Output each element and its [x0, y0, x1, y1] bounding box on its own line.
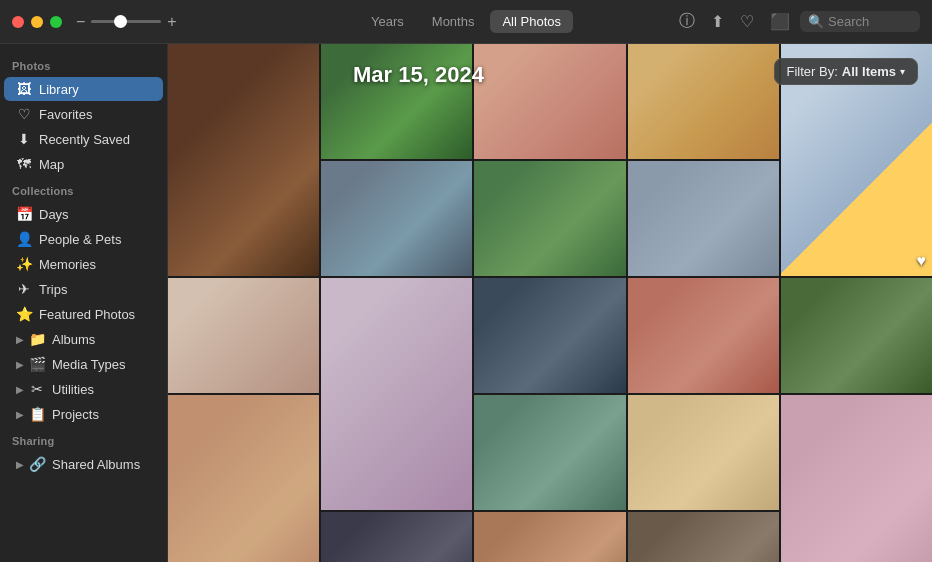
- photos-section-label: Photos: [0, 52, 167, 76]
- photo-cell[interactable]: [474, 395, 625, 510]
- utilities-icon: ✂: [29, 381, 45, 397]
- toolbar-icons: ⓘ ⬆ ♡ ⬛ 🔍: [673, 7, 920, 36]
- months-view-button[interactable]: Months: [420, 10, 487, 33]
- chevron-right-icon: ▶: [16, 409, 24, 420]
- sidebar-item-projects[interactable]: ▶ 📋 Projects: [4, 402, 163, 426]
- photo-cell[interactable]: [474, 278, 625, 393]
- photo-grid: ♥: [168, 44, 932, 562]
- photo-cell[interactable]: [321, 278, 472, 510]
- sidebar-item-label: Memories: [39, 257, 96, 272]
- heart-icon: ♡: [16, 106, 32, 122]
- filter-label: Filter By:: [787, 64, 838, 79]
- sidebar-item-label: Shared Albums: [52, 457, 140, 472]
- photo-cell[interactable]: [628, 395, 779, 510]
- photo-cell[interactable]: [628, 278, 779, 393]
- sidebar-item-utilities[interactable]: ▶ ✂ Utilities: [4, 377, 163, 401]
- sidebar-item-label: Library: [39, 82, 79, 97]
- view-switcher: Years Months All Photos: [359, 10, 573, 33]
- sidebar-item-people-pets[interactable]: 👤 People & Pets: [4, 227, 163, 251]
- featured-icon: ⭐: [16, 306, 32, 322]
- zoom-in-button[interactable]: +: [165, 13, 178, 31]
- info-button[interactable]: ⓘ: [673, 7, 701, 36]
- sidebar-item-favorites[interactable]: ♡ Favorites: [4, 102, 163, 126]
- photo-cell[interactable]: [168, 278, 319, 393]
- photo-cell[interactable]: [628, 44, 779, 159]
- years-view-button[interactable]: Years: [359, 10, 416, 33]
- traffic-lights: [12, 16, 62, 28]
- sidebar-item-label: People & Pets: [39, 232, 121, 247]
- sidebar-item-label: Projects: [52, 407, 99, 422]
- photo-cell[interactable]: [168, 44, 319, 276]
- all-photos-view-button[interactable]: All Photos: [490, 10, 573, 33]
- sidebar-item-media-types[interactable]: ▶ 🎬 Media Types: [4, 352, 163, 376]
- sidebar-item-label: Map: [39, 157, 64, 172]
- fullscreen-button[interactable]: [50, 16, 62, 28]
- zoom-out-button[interactable]: −: [74, 13, 87, 31]
- photo-cell[interactable]: [781, 395, 932, 562]
- sidebar-item-memories[interactable]: ✨ Memories: [4, 252, 163, 276]
- photo-cell[interactable]: [168, 395, 319, 562]
- close-button[interactable]: [12, 16, 24, 28]
- collections-section-label: Collections: [0, 177, 167, 201]
- photo-cell[interactable]: [781, 278, 932, 393]
- sidebar-item-label: Featured Photos: [39, 307, 135, 322]
- sidebar-item-featured-photos[interactable]: ⭐ Featured Photos: [4, 302, 163, 326]
- calendar-icon: 📅: [16, 206, 32, 222]
- photo-cell[interactable]: [474, 44, 625, 159]
- sidebar-item-label: Trips: [39, 282, 67, 297]
- library-icon: 🖼: [16, 81, 32, 97]
- zoom-slider[interactable]: [91, 20, 161, 23]
- shared-albums-icon: 🔗: [29, 456, 45, 472]
- photo-cell[interactable]: [628, 512, 779, 562]
- heart-badge: ♥: [916, 252, 926, 270]
- sidebar-item-map[interactable]: 🗺 Map: [4, 152, 163, 176]
- filter-value: All Items: [842, 64, 896, 79]
- sidebar-item-shared-albums[interactable]: ▶ 🔗 Shared Albums: [4, 452, 163, 476]
- sidebar-item-albums[interactable]: ▶ 📁 Albums: [4, 327, 163, 351]
- sidebar-item-recently-saved[interactable]: ⬇ Recently Saved: [4, 127, 163, 151]
- map-icon: 🗺: [16, 156, 32, 172]
- media-types-icon: 🎬: [29, 356, 45, 372]
- sharing-section-label: Sharing: [0, 427, 167, 451]
- search-icon: 🔍: [808, 14, 824, 29]
- sidebar-item-label: Albums: [52, 332, 95, 347]
- main-layout: Photos 🖼 Library ♡ Favorites ⬇ Recently …: [0, 44, 932, 562]
- zoom-control: − +: [74, 13, 179, 31]
- chevron-down-icon: ▾: [900, 66, 905, 77]
- share-button[interactable]: ⬆: [705, 8, 730, 35]
- albums-icon: 📁: [29, 331, 45, 347]
- photo-cell[interactable]: [321, 161, 472, 276]
- photo-cell[interactable]: [474, 161, 625, 276]
- projects-icon: 📋: [29, 406, 45, 422]
- import-button[interactable]: ⬛: [764, 8, 796, 35]
- chevron-right-icon: ▶: [16, 359, 24, 370]
- sidebar-item-label: Days: [39, 207, 69, 222]
- sidebar-item-label: Recently Saved: [39, 132, 130, 147]
- favorite-button[interactable]: ♡: [734, 8, 760, 35]
- search-input[interactable]: [828, 14, 908, 29]
- sidebar-item-label: Utilities: [52, 382, 94, 397]
- trips-icon: ✈: [16, 281, 32, 297]
- search-box: 🔍: [800, 11, 920, 32]
- title-bar: − + Years Months All Photos ⓘ ⬆ ♡ ⬛ 🔍: [0, 0, 932, 44]
- sidebar-item-trips[interactable]: ✈ Trips: [4, 277, 163, 301]
- photo-grid-container[interactable]: Mar 15, 2024 Filter By: All Items ▾ ♥: [168, 44, 932, 562]
- memories-icon: ✨: [16, 256, 32, 272]
- filter-button[interactable]: Filter By: All Items ▾: [774, 58, 918, 85]
- photo-cell[interactable]: [628, 161, 779, 276]
- photo-cell[interactable]: [474, 512, 625, 562]
- sidebar-item-days[interactable]: 📅 Days: [4, 202, 163, 226]
- photo-cell[interactable]: [321, 512, 472, 562]
- download-icon: ⬇: [16, 131, 32, 147]
- chevron-right-icon: ▶: [16, 334, 24, 345]
- sidebar: Photos 🖼 Library ♡ Favorites ⬇ Recently …: [0, 44, 168, 562]
- chevron-right-icon: ▶: [16, 384, 24, 395]
- sidebar-item-label: Media Types: [52, 357, 125, 372]
- people-icon: 👤: [16, 231, 32, 247]
- sidebar-item-label: Favorites: [39, 107, 92, 122]
- minimize-button[interactable]: [31, 16, 43, 28]
- sidebar-item-library[interactable]: 🖼 Library: [4, 77, 163, 101]
- chevron-right-icon: ▶: [16, 459, 24, 470]
- photo-cell[interactable]: [321, 44, 472, 159]
